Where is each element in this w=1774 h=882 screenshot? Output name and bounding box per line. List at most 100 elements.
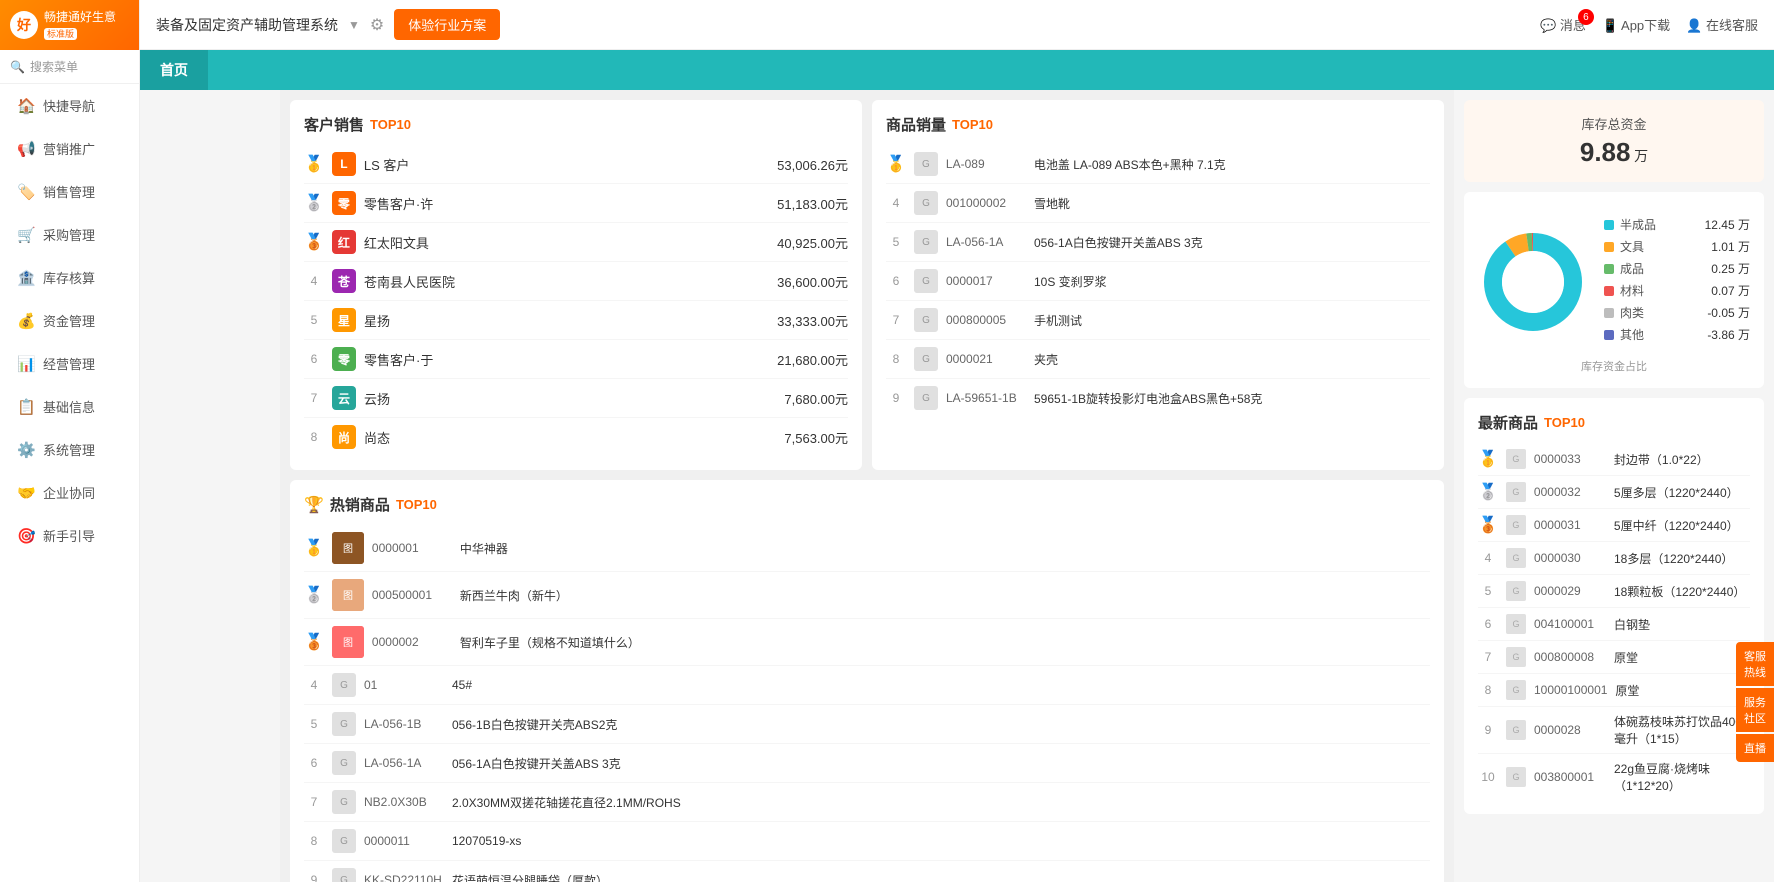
- rank-num-6: 6: [304, 352, 324, 366]
- medal-gold-1: 🥇: [304, 154, 324, 174]
- sidebar-label-0: 快捷导航: [43, 96, 95, 115]
- sidebar-icon-system: ⚙️: [17, 441, 35, 459]
- sidebar-item-purchase[interactable]: 🛒 采购管理: [0, 213, 139, 256]
- sidebar-item-operations[interactable]: 📊 经营管理: [0, 342, 139, 385]
- legend-item-2: 成品 0.25 万: [1604, 260, 1750, 277]
- message-badge[interactable]: 💬 消息 6: [1540, 15, 1586, 34]
- sidebar: 好 畅捷通好生意 标准版 🔍 搜索菜单 🏠 快捷导航 📢 营销推广 🏷️ 销售管…: [0, 0, 140, 882]
- prod-rank-4: 6: [886, 274, 906, 288]
- float-btn-live[interactable]: 直播: [1736, 734, 1774, 762]
- sidebar-label-8: 系统管理: [43, 440, 95, 459]
- latest-num-8: 8: [1478, 683, 1498, 697]
- hot-prod-row-7: 7 G NB2.0X30B 2.0X30MM双搓花轴搓花直径2.1MM/ROHS: [304, 783, 1430, 822]
- app-download[interactable]: 📱 App下载: [1602, 15, 1670, 34]
- donut-label: 库存资金占比: [1478, 358, 1750, 374]
- latest-row-5: 5 G 0000029 18颗粒板（1220*2440）: [1478, 575, 1750, 608]
- sidebar-item-sales[interactable]: 🏷️ 销售管理: [0, 170, 139, 213]
- donut-legend: 半成品 12.45 万 文具 1.01 万 成品 0.25 万: [1604, 216, 1750, 348]
- latest-thumb-10: G: [1506, 767, 1526, 787]
- rank-num-7: 7: [304, 391, 324, 405]
- latest-thumb-4: G: [1506, 548, 1526, 568]
- content-left-spacer: [140, 90, 280, 882]
- latest-row-7: 7 G 000800008 原堂: [1478, 641, 1750, 674]
- legend-item-4: 肉类 -0.05 万: [1604, 304, 1750, 321]
- system-name: 装备及固定资产辅助管理系统: [156, 15, 338, 35]
- hot-prod-row-9: 9 G KK-SD22110H 花语萌恒温分腿睡袋（厚款）: [304, 861, 1430, 882]
- sidebar-item-marketing[interactable]: 📢 营销推广: [0, 127, 139, 170]
- sidebar-item-collab[interactable]: 🤝 企业协同: [0, 471, 139, 514]
- customer-badge-8: 尚: [332, 425, 356, 449]
- topbar: 装备及固定资产辅助管理系统 ▼ ⚙ 体验行业方案 💬 消息 6 📱 App下载 …: [140, 0, 1774, 50]
- prod-rank-3: 5: [886, 235, 906, 249]
- float-btn-community[interactable]: 服务社区: [1736, 688, 1774, 732]
- customer-value-7: 7,680.00元: [784, 389, 848, 408]
- prod-rank-6: 8: [886, 352, 906, 366]
- hot-prod-row-4: 4 G 01 45#: [304, 666, 1430, 705]
- prod-code-3: LA-056-1A: [946, 235, 1026, 249]
- customer-value-3: 40,925.00元: [777, 233, 848, 252]
- nav-tabs: 首页: [140, 50, 1774, 90]
- mobile-icon: 📱: [1602, 18, 1618, 33]
- sidebar-item-inventory[interactable]: 🏦 库存核算: [0, 256, 139, 299]
- prod-name-7: 59651-1B旋转投影灯电池盒ABS黑色+58克: [1034, 390, 1430, 407]
- prod-code-4: 0000017: [946, 274, 1026, 288]
- prod-rank-2: 4: [886, 196, 906, 210]
- hot-rank-7: 7: [304, 795, 324, 809]
- tab-home[interactable]: 首页: [140, 50, 208, 90]
- hot-code-7: NB2.0X30B: [364, 795, 444, 809]
- svg-text:图: 图: [343, 590, 353, 602]
- customer-name-7: 云扬: [364, 389, 776, 408]
- hot-name-3: 智利车子里（规格不知道填什么）: [460, 634, 1430, 651]
- settings-icon[interactable]: ⚙: [370, 15, 384, 35]
- sidebar-item-quick-nav[interactable]: 🏠 快捷导航: [0, 84, 139, 127]
- latest-code-2: 0000032: [1534, 485, 1606, 499]
- rank-num-5: 5: [304, 313, 324, 327]
- donut-container: 半成品 12.45 万 文具 1.01 万 成品 0.25 万: [1478, 216, 1750, 348]
- dropdown-arrow-icon[interactable]: ▼: [348, 18, 360, 32]
- sidebar-item-system[interactable]: ⚙️ 系统管理: [0, 428, 139, 471]
- prod-name-5: 手机测试: [1034, 312, 1430, 329]
- customer-value-2: 51,183.00元: [777, 194, 848, 213]
- sidebar-icon-purchase: 🛒: [17, 226, 35, 244]
- prod-thumb-7: G: [914, 386, 938, 410]
- latest-thumb-8: G: [1506, 680, 1526, 700]
- prod-code-6: 0000021: [946, 352, 1026, 366]
- rank-num-8: 8: [304, 430, 324, 444]
- latest-num-4: 4: [1478, 551, 1498, 565]
- service-label: 在线客服: [1706, 18, 1758, 33]
- logo-badge: 标准版: [44, 28, 77, 40]
- sidebar-item-guide[interactable]: 🎯 新手引导: [0, 514, 139, 557]
- customer-badge-3: 红: [332, 230, 356, 254]
- trial-button[interactable]: 体验行业方案: [394, 9, 500, 40]
- hot-img-9: G: [332, 868, 356, 882]
- latest-name-2: 5厘多层（1220*2440）: [1614, 484, 1750, 501]
- legend-item-3: 材料 0.07 万: [1604, 282, 1750, 299]
- legend-value-2: 0.25 万: [1711, 260, 1750, 277]
- sidebar-item-finance[interactable]: 💰 资金管理: [0, 299, 139, 342]
- hot-rank-6: 6: [304, 756, 324, 770]
- legend-name-5: 其他: [1620, 326, 1701, 343]
- customer-badge-7: 云: [332, 386, 356, 410]
- latest-thumb-7: G: [1506, 647, 1526, 667]
- online-service[interactable]: 👤 在线客服: [1686, 15, 1758, 34]
- latest-row-10: 10 G 003800001 22g鱼豆腐·烧烤味（1*12*20）: [1478, 754, 1750, 800]
- sidebar-icon-inventory: 🏦: [17, 269, 35, 287]
- prod-thumb-3: G: [914, 230, 938, 254]
- sidebar-search-label: 搜索菜单: [30, 58, 78, 75]
- customer-badge-2: 零: [332, 191, 356, 215]
- sidebar-item-basics[interactable]: 📋 基础信息: [0, 385, 139, 428]
- sidebar-search[interactable]: 🔍 搜索菜单: [0, 50, 139, 84]
- hot-code-3: 0000002: [372, 635, 452, 649]
- customer-rank-row-8: 8 尚 尚态 7,563.00元: [304, 418, 848, 456]
- latest-code-7: 000800008: [1534, 650, 1606, 664]
- prod-name-2: 雪地靴: [1034, 195, 1430, 212]
- sidebar-icon-quick: 🏠: [17, 97, 35, 115]
- hot-code-4: 01: [364, 678, 444, 692]
- content-middle: 客户销售 TOP10 🥇 L LS 客户 53,006.26元: [280, 90, 1454, 882]
- sidebar-icon-guide: 🎯: [17, 527, 35, 545]
- svg-text:图: 图: [343, 637, 353, 649]
- latest-thumb-6: G: [1506, 614, 1526, 634]
- float-btn-service[interactable]: 客服热线: [1736, 642, 1774, 686]
- customer-name-5: 星扬: [364, 311, 769, 330]
- hot-medal-3: 🥉: [304, 632, 324, 652]
